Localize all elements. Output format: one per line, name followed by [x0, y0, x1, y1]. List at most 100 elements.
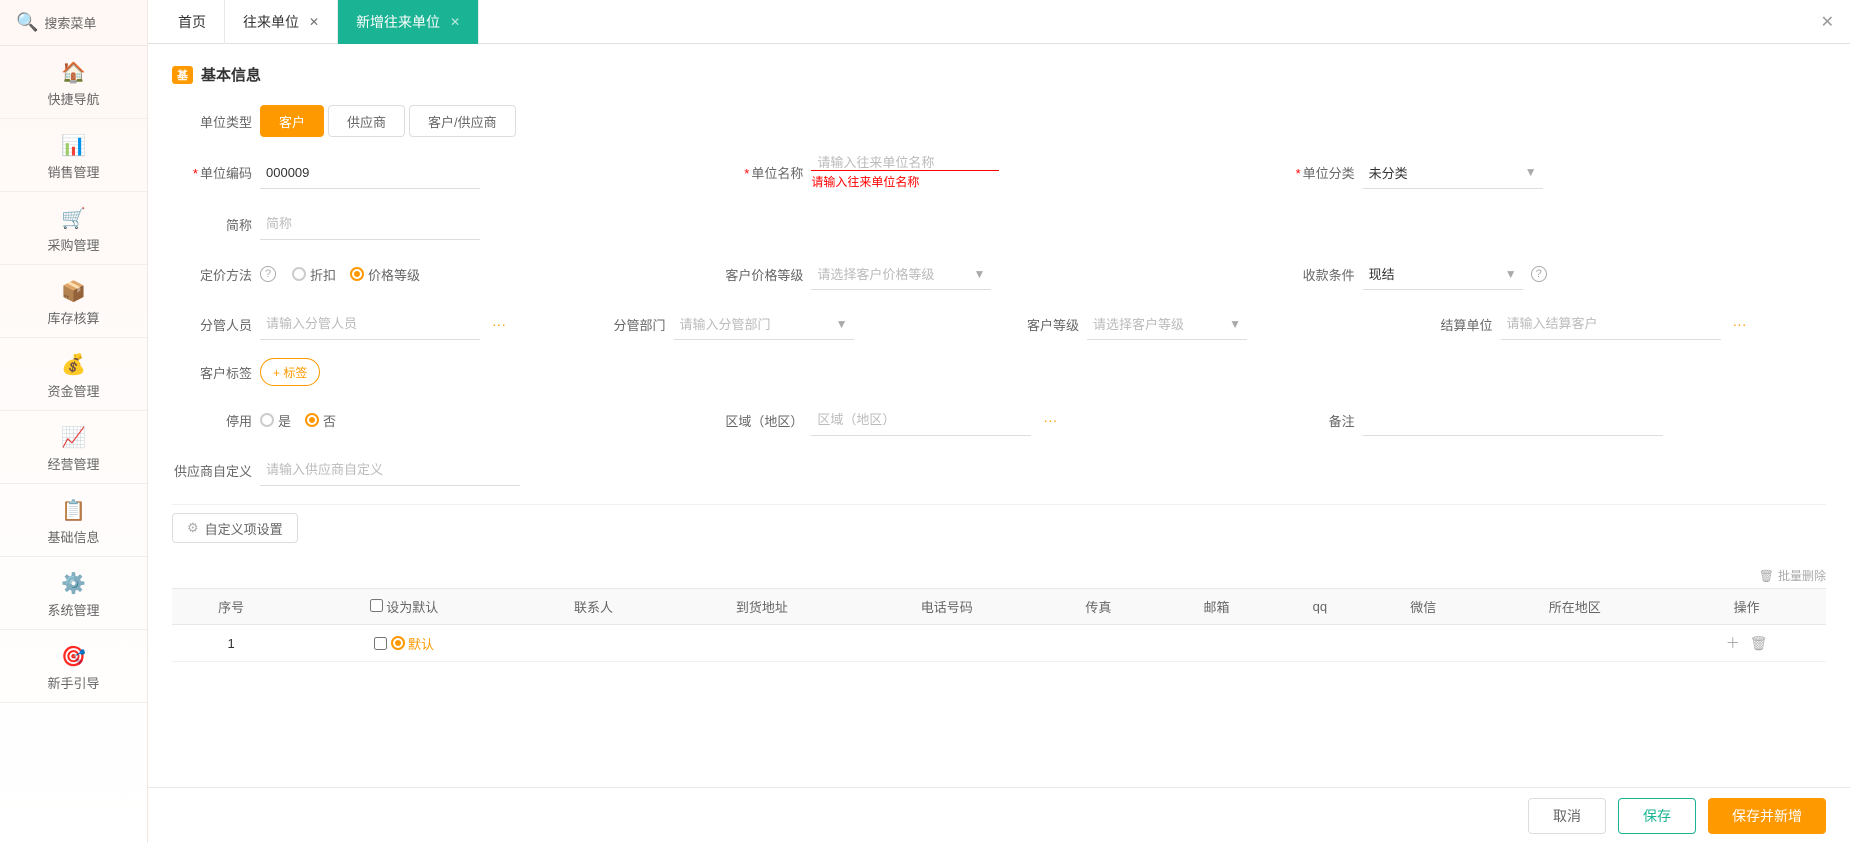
sidebar-label-system: 系统管理 [47, 600, 99, 619]
delete-row-btn[interactable]: 🗑 [1750, 635, 1768, 652]
customer-price-level-select[interactable]: 请选择客户价格等级 ▼ [811, 258, 991, 290]
select-all-checkbox[interactable] [370, 599, 383, 612]
payment-terms-group: 收款条件 现结 ▼ ? [1275, 258, 1826, 290]
add-tag-button[interactable]: + 标签 [260, 358, 320, 386]
batch-delete-icon: 🗑 [1759, 569, 1774, 583]
tab-new-contact-close[interactable]: ✕ [450, 15, 460, 29]
cart-icon: 🛒 [61, 206, 86, 231]
customer-tag-group: 客户标签 + 标签 [172, 358, 1826, 386]
save-new-button[interactable]: 保存并新增 [1708, 798, 1826, 834]
disabled-label: 停用 [172, 411, 252, 430]
main-close-button[interactable]: ✕ [1821, 12, 1834, 32]
cell-qq [1276, 625, 1365, 662]
unit-info-row: 单位编码 单位名称 请输入往来单位名称 单位分类 未分类 ▼ [172, 155, 1826, 190]
settlement-unit-input[interactable] [1501, 308, 1721, 340]
sidebar-item-purchase[interactable]: 🛒 采购管理 [0, 192, 147, 265]
radio-no-circle [305, 413, 319, 427]
col-email: 邮箱 [1157, 589, 1275, 625]
manager-row: 分管人员 ··· 分管部门 请输入分管部门 ▼ 客户等级 请选择客户等级 ▼ 结… [172, 308, 1826, 340]
unit-category-value: 未分类 [1369, 163, 1408, 182]
add-row-btn[interactable]: ＋ [1726, 633, 1740, 653]
tab-new-contact-label: 新增往来单位 [356, 12, 440, 32]
section-title-text: 基本信息 [201, 64, 261, 85]
customer-level-select[interactable]: 请选择客户等级 ▼ [1087, 308, 1247, 340]
tab-bar: 首页 往来单位 ✕ 新增往来单位 ✕ ✕ [148, 0, 1850, 44]
remarks-label: 备注 [1275, 411, 1355, 430]
cell-phone [854, 625, 1039, 662]
radio-yes-circle [260, 413, 274, 427]
pricing-help-icon[interactable]: ? [260, 266, 276, 282]
target-icon: 🎯 [61, 644, 86, 669]
unit-name-wrapper: 请输入往来单位名称 [811, 155, 999, 190]
radio-grade[interactable]: 价格等级 [350, 265, 420, 284]
sidebar-item-quick-nav[interactable]: 🏠 快捷导航 [0, 46, 147, 119]
batch-delete-label: 批量删除 [1778, 567, 1826, 584]
payment-terms-select[interactable]: 现结 ▼ [1363, 258, 1523, 290]
supplier-custom-input[interactable] [260, 454, 520, 486]
manager-ellipsis-btn[interactable]: ··· [488, 316, 510, 332]
cancel-button[interactable]: 取消 [1528, 798, 1606, 834]
supplier-custom-row: 供应商自定义 [172, 454, 1826, 486]
sidebar-item-sales[interactable]: 📊 销售管理 [0, 119, 147, 192]
payment-help-icon[interactable]: ? [1531, 266, 1547, 282]
manager-label: 分管人员 [172, 315, 252, 334]
sidebar-item-guide[interactable]: 🎯 新手引导 [0, 630, 147, 703]
radio-no-label: 否 [323, 411, 336, 430]
unit-btn-both[interactable]: 客户/供应商 [409, 105, 516, 137]
sidebar-item-operations[interactable]: 📈 经营管理 [0, 411, 147, 484]
row-checkbox[interactable] [374, 637, 387, 650]
custom-settings-button[interactable]: ⚙ 自定义项设置 [172, 513, 298, 543]
radio-disabled-yes[interactable]: 是 [260, 411, 291, 430]
supplier-custom-label: 供应商自定义 [172, 461, 252, 480]
pricing-method-group: 定价方法 ? 折扣 价格等级 [172, 265, 723, 284]
radio-grade-circle [350, 267, 364, 281]
main-area: 首页 往来单位 ✕ 新增往来单位 ✕ ✕ 基 基本信息 单位类型 客户 供应商 … [148, 0, 1850, 843]
region-ellipsis-btn[interactable]: ··· [1039, 412, 1061, 428]
custom-settings-label: 自定义项设置 [205, 519, 283, 538]
settlement-unit-ellipsis-btn[interactable]: ··· [1729, 316, 1751, 332]
tab-contacts[interactable]: 往来单位 ✕ [225, 0, 338, 44]
sidebar-label-inventory: 库存核算 [47, 308, 99, 327]
tab-home[interactable]: 首页 [160, 0, 225, 44]
region-input[interactable] [811, 404, 1031, 436]
unit-btn-supplier[interactable]: 供应商 [328, 105, 405, 137]
save-button[interactable]: 保存 [1618, 798, 1696, 834]
unit-type-row: 单位类型 客户 供应商 客户/供应商 [172, 105, 1826, 137]
region-group: 区域（地区） ··· [723, 404, 1274, 436]
customer-tag-label: 客户标签 [172, 363, 252, 382]
short-name-input[interactable] [260, 208, 480, 240]
gear-settings-icon: ⚙ [187, 520, 199, 536]
disabled-radio-group: 是 否 [260, 411, 336, 430]
customer-price-level-placeholder: 请选择客户价格等级 [817, 264, 934, 283]
manager-input[interactable] [260, 308, 480, 340]
batch-delete-button[interactable]: 🗑 批量删除 [1759, 567, 1826, 584]
sidebar-item-basic[interactable]: 📋 基础信息 [0, 484, 147, 557]
sidebar-search[interactable]: 🔍 搜索菜单 [0, 0, 147, 46]
customer-level-chevron-icon: ▼ [1229, 317, 1241, 331]
department-select[interactable]: 请输入分管部门 ▼ [674, 308, 854, 340]
unit-category-select[interactable]: 未分类 ▼ [1363, 157, 1543, 189]
cell-address [669, 625, 854, 662]
radio-disabled-no[interactable]: 否 [305, 411, 336, 430]
customer-price-level-label: 客户价格等级 [723, 265, 803, 284]
disabled-row: 停用 是 否 区域（地区） ··· 备注 [172, 404, 1826, 436]
unit-btn-customer[interactable]: 客户 [260, 105, 324, 137]
radio-discount[interactable]: 折扣 [292, 265, 336, 284]
tab-new-contact[interactable]: 新增往来单位 ✕ [338, 0, 479, 44]
tab-home-label: 首页 [178, 12, 206, 32]
sidebar-label-sales: 销售管理 [47, 162, 99, 181]
sidebar-search-label: 搜索菜单 [44, 13, 96, 32]
sidebar-item-inventory[interactable]: 📦 库存核算 [0, 265, 147, 338]
sidebar-item-system[interactable]: ⚙️ 系统管理 [0, 557, 147, 630]
unit-code-input[interactable] [260, 157, 480, 189]
tab-contacts-close[interactable]: ✕ [309, 15, 319, 29]
region-label: 区域（地区） [723, 411, 803, 430]
sidebar-item-finance[interactable]: 💰 资金管理 [0, 338, 147, 411]
department-group: 分管部门 请输入分管部门 ▼ [586, 308, 1000, 340]
gear-icon: ⚙️ [61, 571, 86, 596]
remarks-input[interactable] [1363, 404, 1663, 436]
payment-terms-label: 收款条件 [1275, 265, 1355, 284]
unit-name-input[interactable] [811, 155, 999, 171]
default-radio[interactable]: 默认 [391, 634, 434, 653]
col-fax: 传真 [1039, 589, 1157, 625]
